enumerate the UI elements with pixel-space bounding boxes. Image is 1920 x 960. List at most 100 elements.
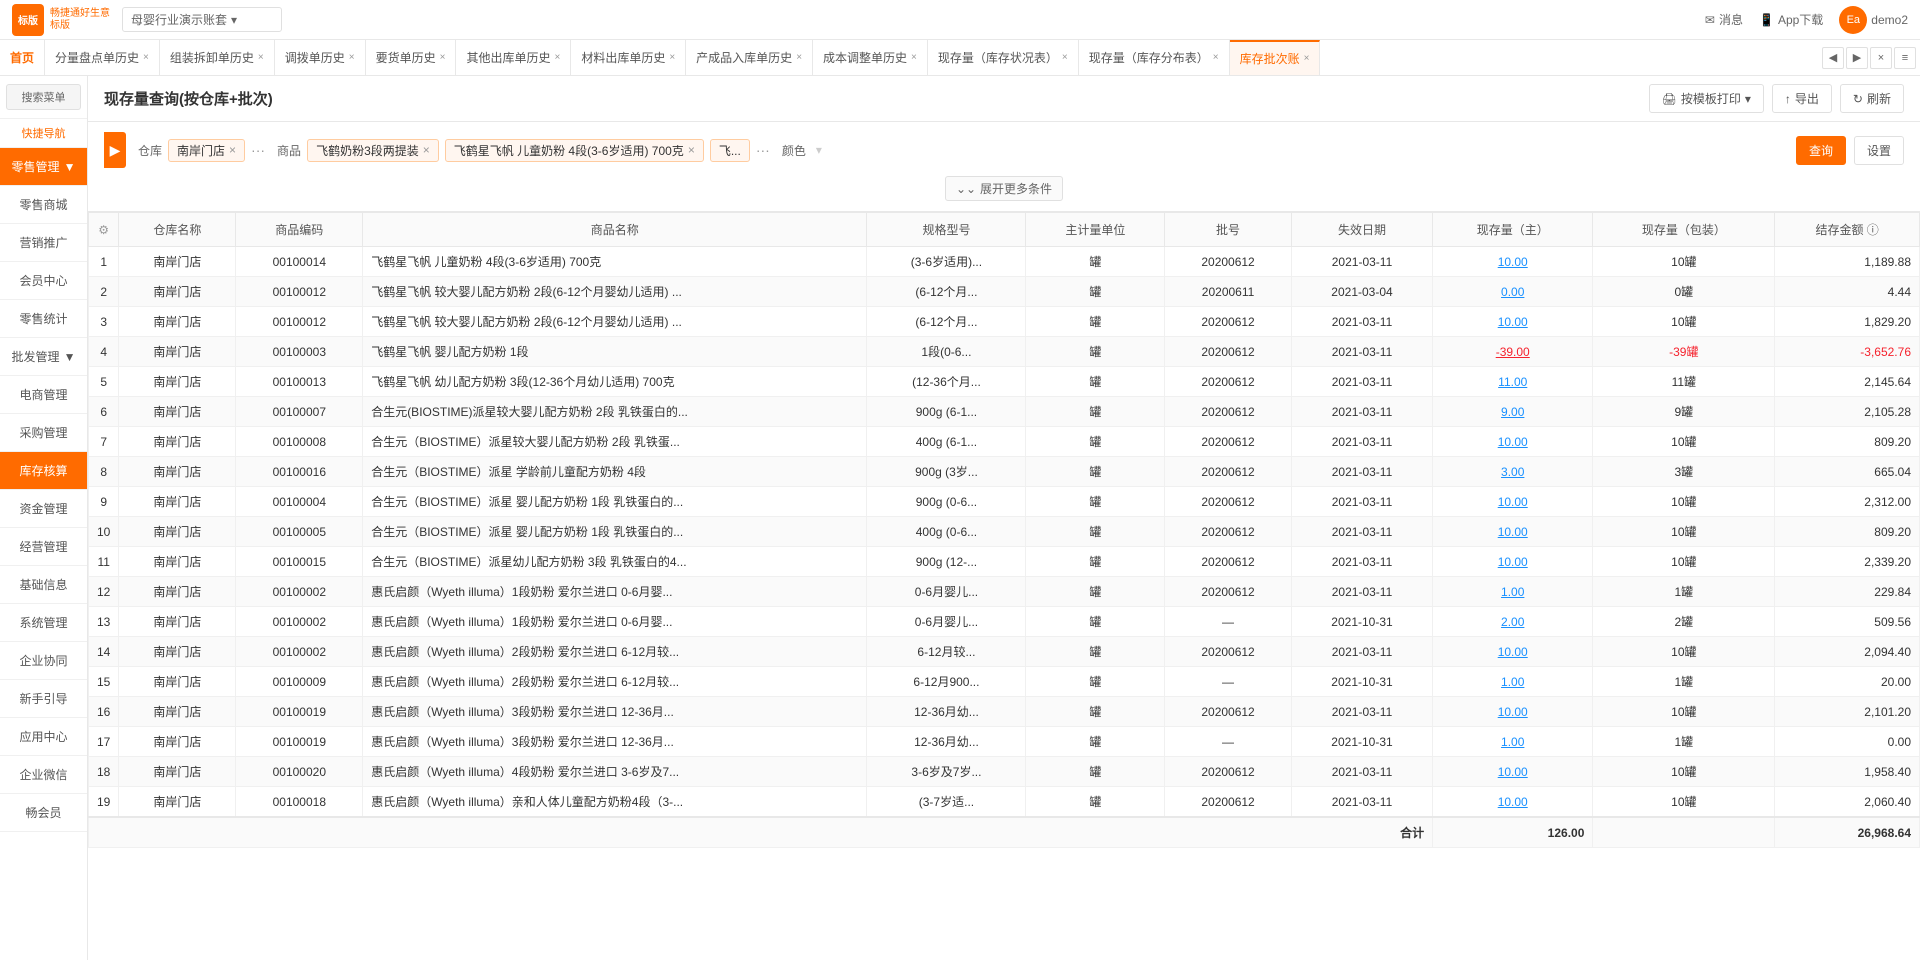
table-row: 18 南岸门店 00100020 惠氏启颜（Wyeth illuma）4段奶粉 … <box>89 757 1920 787</box>
col-warehouse: 仓库名称 <box>119 213 236 247</box>
tab-kucun[interactable]: 库存批次账 × <box>1230 40 1321 76</box>
sidebar-item-member[interactable]: 会员中心 <box>0 262 87 300</box>
expand-more-conditions[interactable]: ⌄⌄ 展开更多条件 <box>945 176 1063 201</box>
tab-qitachuku[interactable]: 其他出库单历史 × <box>456 40 571 76</box>
cell-unit: 罐 <box>1026 547 1165 577</box>
message-button[interactable]: ✉ 消息 <box>1705 11 1743 28</box>
close-icon[interactable]: × <box>349 52 355 63</box>
more-warehouses-btn[interactable]: ··· <box>251 142 265 158</box>
query-button[interactable]: 查询 <box>1796 136 1846 165</box>
search-menu-button[interactable]: 搜索菜单 <box>6 84 81 110</box>
expand-toggle[interactable]: ▶ <box>104 132 126 168</box>
tab-zuzhuan[interactable]: 组装拆卸单历史 × <box>160 40 275 76</box>
sidebar-item-retail-mgmt[interactable]: 零售管理▼ <box>0 148 87 186</box>
nav-left-arrow[interactable]: ◀ <box>1822 47 1844 69</box>
sidebar-item-purchase[interactable]: 采购管理 <box>0 414 87 452</box>
tab-cailiao[interactable]: 材料出库单历史 × <box>571 40 686 76</box>
cell-name: 惠氏启颜（Wyeth illuma）2段奶粉 爱尔兰进口 6-12月较... <box>363 667 867 697</box>
sidebar-item-wechat[interactable]: 企业微信 <box>0 756 87 794</box>
close-icon[interactable]: × <box>1304 53 1310 64</box>
nav-right-arrow[interactable]: ▶ <box>1846 47 1868 69</box>
cell-qty-main[interactable]: 1.00 <box>1433 667 1593 697</box>
close-icon[interactable]: × <box>911 52 917 63</box>
close-icon[interactable]: × <box>143 52 149 63</box>
close-icon[interactable]: × <box>258 52 264 63</box>
tab-home[interactable]: 首页 <box>0 40 45 76</box>
expand-btn-icon[interactable]: ▶ <box>104 132 126 168</box>
settings-button[interactable]: 设置 <box>1854 136 1904 165</box>
tab-fenliang[interactable]: 分量盘点单历史 × <box>45 40 160 76</box>
cell-qty-pkg: 9罐 <box>1593 397 1775 427</box>
cell-qty-main[interactable]: 3.00 <box>1433 457 1593 487</box>
cell-qty-main[interactable]: 10.00 <box>1433 517 1593 547</box>
sidebar-item-collab[interactable]: 企业协同 <box>0 642 87 680</box>
tab-diaob[interactable]: 调拨单历史 × <box>275 40 366 76</box>
sidebar-item-member2[interactable]: 畅会员 <box>0 794 87 832</box>
app-download-button[interactable]: 📱 App下载 <box>1759 11 1823 28</box>
cell-qty-main[interactable]: 1.00 <box>1433 727 1593 757</box>
cell-qty-main[interactable]: 10.00 <box>1433 487 1593 517</box>
close-icon[interactable]: × <box>669 52 675 63</box>
goods-tag-1[interactable]: 飞鹤奶粉3段两提装 × <box>307 139 439 162</box>
cell-qty-main[interactable]: 11.00 <box>1433 367 1593 397</box>
cell-qty-main[interactable]: 9.00 <box>1433 397 1593 427</box>
close-icon[interactable]: × <box>554 52 560 63</box>
user-menu[interactable]: Ea demo2 <box>1839 6 1908 34</box>
tab-chengben[interactable]: 成本调整单历史 × <box>813 40 928 76</box>
cell-qty-main[interactable]: 0.00 <box>1433 277 1593 307</box>
sidebar-item-ecommerce[interactable]: 电商管理 <box>0 376 87 414</box>
close-icon[interactable]: × <box>796 52 802 63</box>
sidebar-item-finance[interactable]: 资金管理 <box>0 490 87 528</box>
cell-qty-main[interactable]: 10.00 <box>1433 697 1593 727</box>
sidebar-item-basic[interactable]: 基础信息 <box>0 566 87 604</box>
org-selector[interactable]: 母婴行业演示账套 ▾ <box>122 7 282 32</box>
close-icon[interactable]: × <box>1062 52 1068 63</box>
nav-menu-button[interactable]: ≡ <box>1894 47 1916 69</box>
sidebar-item-marketing[interactable]: 营销推广 <box>0 224 87 262</box>
cell-qty-main[interactable]: 10.00 <box>1433 307 1593 337</box>
logo-icon: 标版 <box>12 4 44 36</box>
tab-chengpin[interactable]: 产成品入库单历史 × <box>686 40 813 76</box>
cell-qty-main[interactable]: 10.00 <box>1433 247 1593 277</box>
goods-tag-2[interactable]: 飞鹤星飞帆 儿童奶粉 4段(3-6岁适用) 700克 × <box>445 139 704 162</box>
sidebar-item-retail-shop[interactable]: 零售商城 <box>0 186 87 224</box>
warehouse-tag[interactable]: 南岸门店 × <box>168 139 245 162</box>
cell-spec: (3-7岁适... <box>867 787 1026 818</box>
cell-qty-main[interactable]: -39.00 <box>1433 337 1593 367</box>
sidebar-item-wholesale[interactable]: 批发管理▼ <box>0 338 87 376</box>
cell-warehouse: 南岸门店 <box>119 637 236 667</box>
tag-close-icon[interactable]: × <box>229 143 236 157</box>
export-button[interactable]: ↑ 导出 <box>1772 84 1832 113</box>
sidebar-item-system[interactable]: 系统管理 <box>0 604 87 642</box>
tag-close-icon[interactable]: × <box>688 143 695 157</box>
close-icon[interactable]: × <box>1213 52 1219 63</box>
cell-qty-main[interactable]: 10.00 <box>1433 637 1593 667</box>
cell-qty-main[interactable]: 2.00 <box>1433 607 1593 637</box>
more-goods-btn[interactable]: ··· <box>756 142 770 158</box>
tab-yaohuo[interactable]: 要货单历史 × <box>366 40 457 76</box>
cell-qty-main[interactable]: 10.00 <box>1433 427 1593 457</box>
cell-qty-main[interactable]: 10.00 <box>1433 757 1593 787</box>
nav-close-button[interactable]: × <box>1870 47 1892 69</box>
refresh-button[interactable]: ↻ 刷新 <box>1840 84 1904 113</box>
sidebar-item-operations[interactable]: 经营管理 <box>0 528 87 566</box>
quick-nav-button[interactable]: 快捷导航 <box>0 119 87 148</box>
cell-name: 惠氏启颜（Wyeth illuma）1段奶粉 爱尔兰进口 0-6月婴... <box>363 607 867 637</box>
tab-xiancun2[interactable]: 现存量（库存分布表） × <box>1079 40 1230 76</box>
tab-xiancun1[interactable]: 现存量（库存状况表） × <box>928 40 1079 76</box>
sidebar-item-apps[interactable]: 应用中心 <box>0 718 87 756</box>
cell-expire: 2021-03-11 <box>1291 517 1432 547</box>
cell-amount: 2,312.00 <box>1775 487 1920 517</box>
close-icon[interactable]: × <box>440 52 446 63</box>
sidebar-item-guide[interactable]: 新手引导 <box>0 680 87 718</box>
cell-qty-main[interactable]: 10.00 <box>1433 787 1593 818</box>
col-settings[interactable]: ⚙ <box>89 213 119 247</box>
goods-tag-3[interactable]: 飞... <box>710 139 750 162</box>
cell-qty-main[interactable]: 10.00 <box>1433 547 1593 577</box>
print-button[interactable]: 🖨 按模板打印 ▾ <box>1649 84 1764 113</box>
sidebar-item-retail-stats[interactable]: 零售统计 <box>0 300 87 338</box>
cell-qty-main[interactable]: 1.00 <box>1433 577 1593 607</box>
tag-close-icon[interactable]: × <box>423 143 430 157</box>
color-dropdown-arrow[interactable]: ▾ <box>816 143 822 157</box>
sidebar-item-inventory[interactable]: 库存核算 <box>0 452 87 490</box>
